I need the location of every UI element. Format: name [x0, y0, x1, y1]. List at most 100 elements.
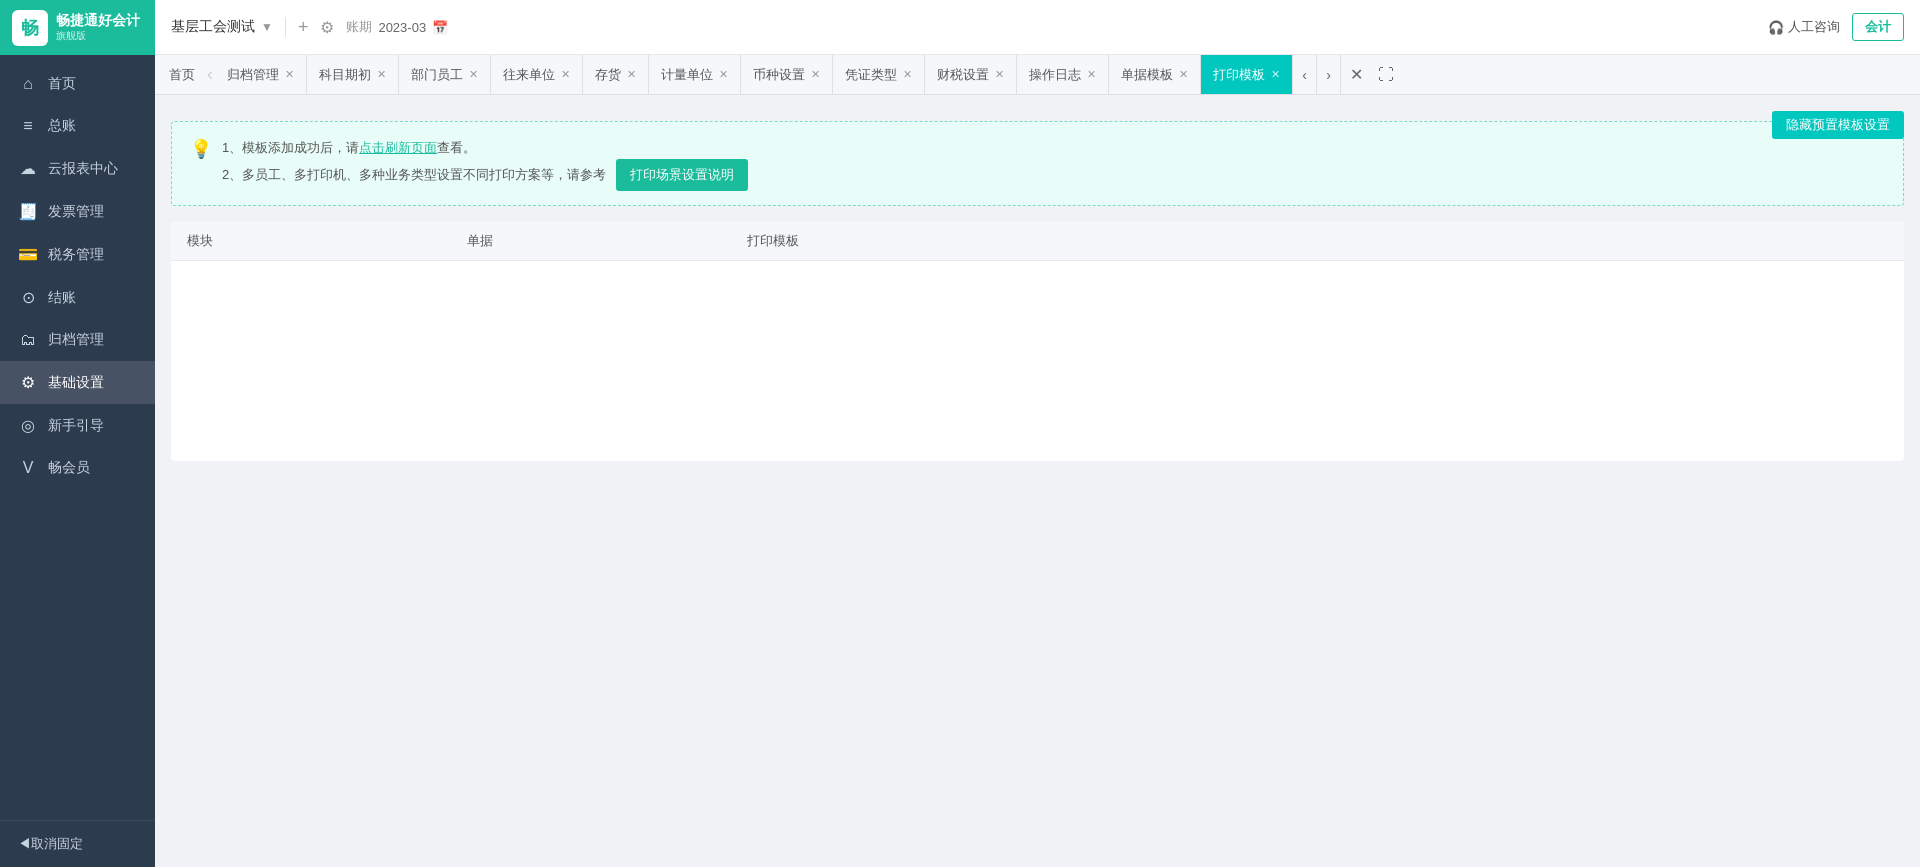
notice-line1-pre: 1、模板添加成功后，请: [222, 140, 359, 155]
company-name: 基层工会测试: [171, 18, 255, 36]
period-label: 账期: [346, 18, 372, 36]
tab-inventory-label: 存货: [595, 66, 621, 84]
sidebar-navigation: ⌂首页 ≡ 总账 ☁云报表中心 🧾 发票管理 💳 税务管理 ⊙ 结账 🗂 归档管理 ⚙基础设置◎新手引导…: [0, 55, 155, 820]
tab-scroll-right[interactable]: ›: [1317, 55, 1341, 95]
tab-oplog-close[interactable]: ✕: [1087, 69, 1096, 80]
kuaiji-button[interactable]: 会计: [1852, 13, 1904, 41]
company-dropdown-icon: ▼: [261, 20, 273, 34]
sidebar-label-home: 首页: [48, 75, 76, 93]
sidebar-item-settings[interactable]: ⚙基础设置: [0, 361, 155, 404]
tab-unit-label: 计量单位: [661, 66, 713, 84]
period-value: 2023-03: [378, 20, 426, 35]
notice-text-block: 1、模板添加成功后，请点击刷新页面查看。 2、多员工、多打印机、多种业务类型设置…: [222, 136, 748, 191]
sidebar-item-tax[interactable]: 💳 税务管理: [0, 233, 155, 276]
tab-archive[interactable]: 归档管理 ✕: [215, 55, 307, 95]
notice-line1-post: 查看。: [437, 140, 476, 155]
settings-icon[interactable]: ⚙: [320, 18, 334, 37]
logo-text: 畅捷通好会计 旗舰版: [56, 12, 140, 43]
tab-close-all[interactable]: ✕: [1341, 55, 1371, 95]
sidebar-label-member: 畅会员: [48, 459, 90, 477]
tab-home[interactable]: 首页: [159, 55, 205, 95]
tab-printtemplate-close[interactable]: ✕: [1271, 69, 1280, 80]
tab-unit-close[interactable]: ✕: [719, 69, 728, 80]
tab-prev-nav: ‹: [207, 64, 213, 85]
tab-dept[interactable]: 部门员工 ✕: [399, 55, 491, 95]
topbar-divider1: [285, 17, 286, 37]
notice-line2: 2、多员工、多打印机、多种业务类型设置不同打印方案等，请参考 打印场景设置说明: [222, 159, 748, 190]
tab-dept-close[interactable]: ✕: [469, 69, 478, 80]
sidebar-item-report[interactable]: ☁云报表中心: [0, 147, 155, 190]
tab-printtemplate[interactable]: 打印模板 ✕: [1201, 55, 1293, 95]
service-button[interactable]: 🎧 人工咨询: [1768, 18, 1840, 36]
tab-partner[interactable]: 往来单位 ✕: [491, 55, 583, 95]
tab-dept-label: 部门员工: [411, 66, 463, 84]
tab-singledoc-label: 单据模板: [1121, 66, 1173, 84]
add-tab-button[interactable]: +: [298, 17, 309, 38]
tab-singledoc-close[interactable]: ✕: [1179, 69, 1188, 80]
sidebar-label-invoice: 发票管理: [48, 203, 104, 221]
tab-subject-close[interactable]: ✕: [377, 69, 386, 80]
tab-currency-close[interactable]: ✕: [811, 69, 820, 80]
th-module: 模块: [187, 232, 467, 250]
hide-template-button[interactable]: 隐藏预置模板设置: [1772, 111, 1904, 139]
company-selector[interactable]: 基层工会测试 ▼: [171, 18, 273, 36]
page-content: 隐藏预置模板设置 💡 1、模板添加成功后，请点击刷新页面查看。 2、多员工、多打…: [155, 95, 1920, 867]
archive-icon: 🗂: [18, 331, 38, 349]
unpin-label: ◀︎取消固定: [18, 835, 83, 853]
tab-currency[interactable]: 币种设置 ✕: [741, 55, 833, 95]
sidebar-label-checkout: 结账: [48, 289, 76, 307]
sidebar-footer-unpin[interactable]: ◀︎取消固定: [0, 820, 155, 867]
main-content: 基层工会测试 ▼ + ⚙ 账期 2023-03 📅 🎧 人工咨询 会计 首页 ‹…: [155, 0, 1920, 867]
sidebar-logo: 畅 畅捷通好会计 旗舰版: [0, 0, 155, 55]
tab-oplog[interactable]: 操作日志 ✕: [1017, 55, 1109, 95]
notice-refresh-link[interactable]: 点击刷新页面: [359, 140, 437, 155]
sidebar-item-invoice[interactable]: 🧾 发票管理: [0, 190, 155, 233]
tab-archive-close[interactable]: ✕: [285, 69, 294, 80]
tab-voucher[interactable]: 凭证类型 ✕: [833, 55, 925, 95]
sidebar-label-tax: 税务管理: [48, 246, 104, 264]
table-body: [171, 261, 1904, 461]
sidebar-label-archive: 归档管理: [48, 331, 104, 349]
tab-partner-label: 往来单位: [503, 66, 555, 84]
th-document: 单据: [467, 232, 747, 250]
sidebar: 畅 畅捷通好会计 旗舰版 ⌂首页 ≡ 总账 ☁云报表中心 🧾 发票管理 💳 税务管理 ⊙ 结账 🗂 归…: [0, 0, 155, 867]
notice-line1: 1、模板添加成功后，请点击刷新页面查看。: [222, 136, 748, 159]
invoice-icon: 🧾: [18, 202, 38, 221]
tab-printtemplate-label: 打印模板: [1213, 66, 1265, 84]
tab-subject[interactable]: 科目期初 ✕: [307, 55, 399, 95]
tab-inventory-close[interactable]: ✕: [627, 69, 636, 80]
sidebar-item-ledger[interactable]: ≡ 总账: [0, 105, 155, 147]
sidebar-item-checkout[interactable]: ⊙ 结账: [0, 276, 155, 319]
sidebar-item-guide[interactable]: ◎新手引导: [0, 404, 155, 447]
tab-voucher-label: 凭证类型: [845, 66, 897, 84]
tab-fiscal-close[interactable]: ✕: [995, 69, 1004, 80]
sidebar-label-settings: 基础设置: [48, 374, 104, 392]
sidebar-label-ledger: 总账: [48, 117, 76, 135]
tab-singledoc[interactable]: 单据模板 ✕: [1109, 55, 1201, 95]
tab-fiscal[interactable]: 财税设置 ✕: [925, 55, 1017, 95]
print-scene-button[interactable]: 打印场景设置说明: [616, 159, 748, 190]
tax-icon: 💳: [18, 245, 38, 264]
tab-fiscal-label: 财税设置: [937, 66, 989, 84]
tab-archive-label: 归档管理: [227, 66, 279, 84]
report-icon: ☁: [18, 159, 38, 178]
tab-unit[interactable]: 计量单位 ✕: [649, 55, 741, 95]
period-display: 账期 2023-03 📅: [346, 18, 448, 36]
logo-icon: 畅: [12, 10, 48, 46]
tab-oplog-label: 操作日志: [1029, 66, 1081, 84]
ledger-icon: ≡: [18, 117, 38, 135]
sidebar-item-member[interactable]: V畅会员: [0, 447, 155, 489]
headset-icon: 🎧: [1768, 20, 1784, 35]
sidebar-label-guide: 新手引导: [48, 417, 104, 435]
tab-currency-label: 币种设置: [753, 66, 805, 84]
tab-inventory[interactable]: 存货 ✕: [583, 55, 649, 95]
tab-expand[interactable]: ⛶: [1371, 55, 1401, 95]
checkout-icon: ⊙: [18, 288, 38, 307]
tab-scroll-left[interactable]: ‹: [1293, 55, 1317, 95]
sidebar-item-archive[interactable]: 🗂 归档管理: [0, 319, 155, 361]
tab-voucher-close[interactable]: ✕: [903, 69, 912, 80]
table-header: 模块 单据 打印模板: [171, 222, 1904, 261]
sidebar-item-home[interactable]: ⌂首页: [0, 63, 155, 105]
calendar-icon[interactable]: 📅: [432, 20, 448, 35]
tab-partner-close[interactable]: ✕: [561, 69, 570, 80]
